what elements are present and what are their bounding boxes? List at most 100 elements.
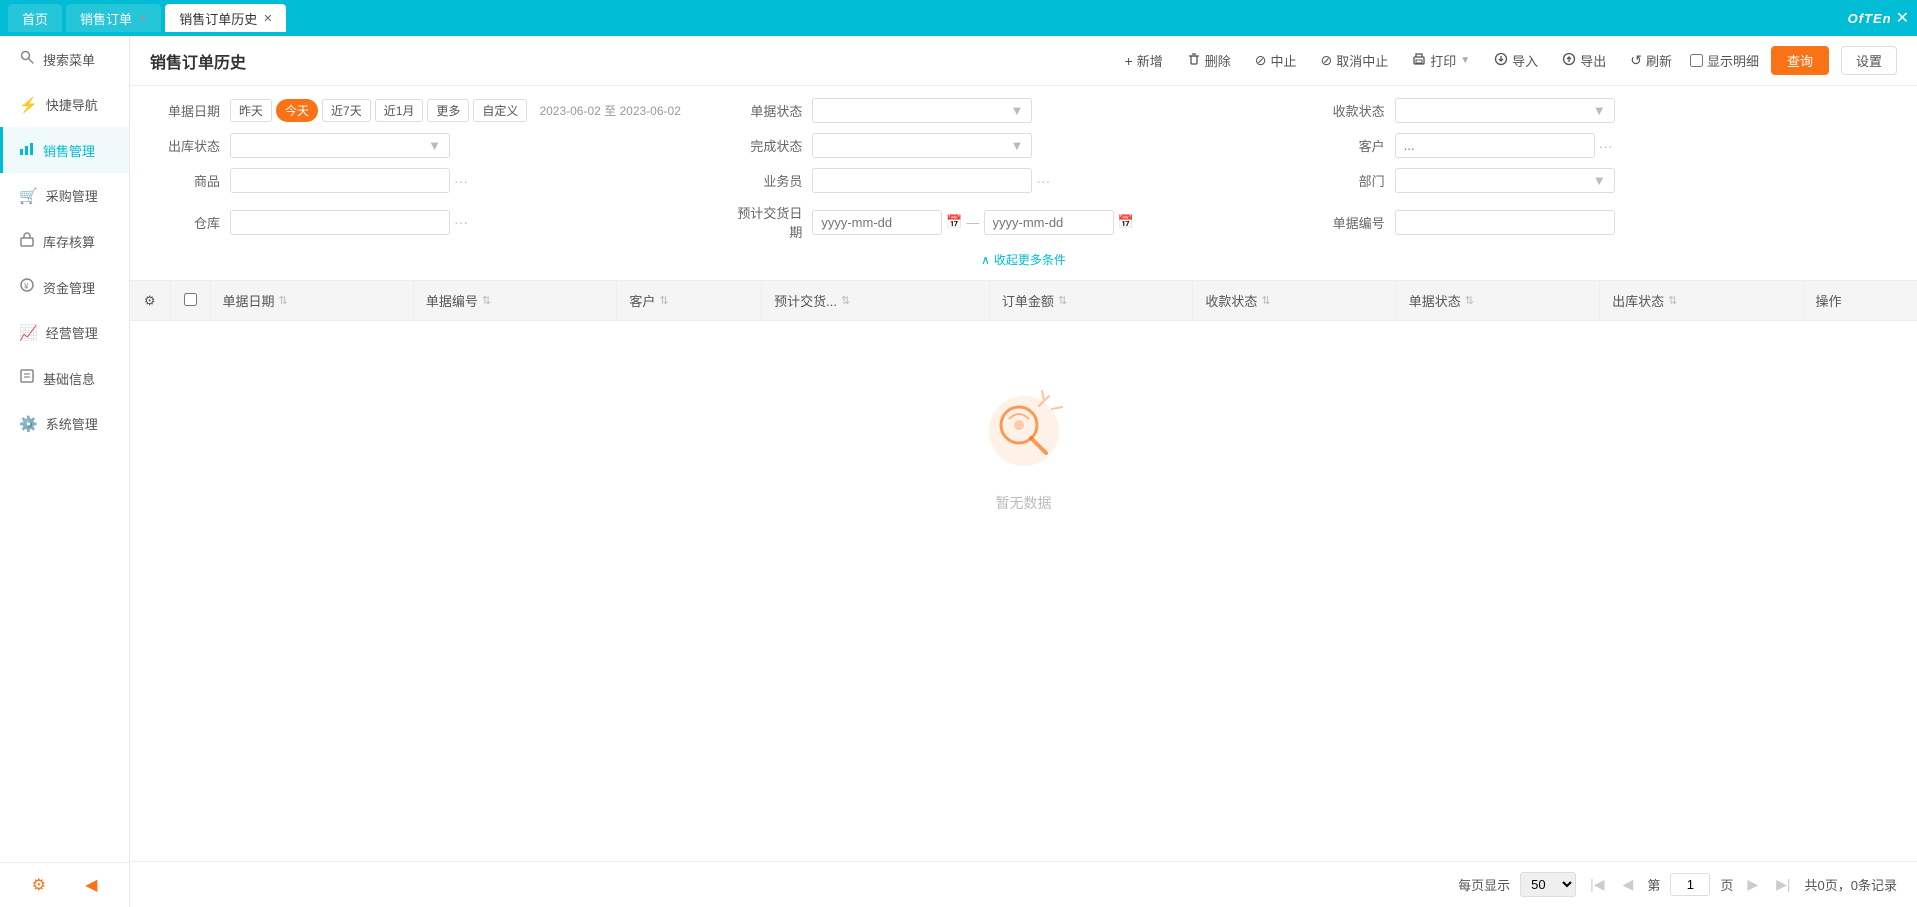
import-btn[interactable]: 导入 bbox=[1488, 47, 1544, 74]
refresh-btn[interactable]: ↺ 刷新 bbox=[1624, 47, 1678, 74]
page-title: 销售订单历史 bbox=[150, 49, 246, 73]
select-all-checkbox[interactable] bbox=[184, 293, 197, 306]
date-filter-control: 昨天 今天 近7天 近1月 更多 自定义 2023-06-02 至 2023-0… bbox=[230, 99, 732, 122]
gear-icon[interactable]: ⚙ bbox=[144, 293, 156, 308]
th-delivery[interactable]: 预计交货...⇅ bbox=[762, 281, 990, 321]
operations-icon: 📈 bbox=[19, 324, 38, 342]
customer-input[interactable] bbox=[1395, 133, 1595, 158]
table-header: ⚙ 单据日期⇅ 单据编号⇅ 客户⇅ bbox=[130, 281, 1917, 321]
sidebar-item-sys-mgmt[interactable]: ⚙️ 系统管理 bbox=[0, 401, 129, 446]
setting-btn[interactable]: 设置 bbox=[1841, 46, 1897, 75]
salesperson-input[interactable] bbox=[812, 168, 1032, 193]
filter-row-1: 单据日期 昨天 今天 近7天 近1月 更多 自定义 2023-06-02 至 2… bbox=[150, 98, 1897, 123]
complete-status-label: 完成状态 bbox=[732, 136, 812, 155]
sort-amount-icon: ⇅ bbox=[1058, 294, 1067, 307]
product-input[interactable] bbox=[230, 168, 450, 193]
display-detail-checkbox[interactable] bbox=[1690, 54, 1703, 67]
delivery-date-start[interactable] bbox=[812, 210, 942, 235]
sidebar-collapse-btn[interactable]: ◀ bbox=[85, 875, 97, 895]
th-date[interactable]: 单据日期⇅ bbox=[210, 281, 413, 321]
sidebar-item-sales-mgmt[interactable]: 销售管理 bbox=[0, 127, 129, 173]
collapse-btn[interactable]: ∧ 收起更多条件 bbox=[150, 251, 1897, 268]
th-checkbox bbox=[170, 281, 210, 321]
current-page-input[interactable] bbox=[1670, 873, 1710, 896]
sidebar-label-basic-info: 基础信息 bbox=[43, 369, 95, 388]
complete-status-select[interactable]: ▼ bbox=[812, 133, 1032, 158]
delivery-date-label: 预计交货日期 bbox=[732, 203, 812, 241]
sidebar-item-quick-nav[interactable]: ⚡ 快捷导航 bbox=[0, 82, 129, 127]
warehouse-more-btn[interactable]: ··· bbox=[454, 214, 468, 230]
filter-row-2: 出库状态 ▼ 完成状态 ▼ 客户 ··· bbox=[150, 133, 1897, 158]
th-amount[interactable]: 订单金额⇅ bbox=[989, 281, 1192, 321]
delete-btn[interactable]: 删除 bbox=[1181, 47, 1237, 74]
content-area: 销售订单历史 + 新增 删除 ⊘ 中止 ⊘ 取消中 bbox=[130, 36, 1917, 907]
cancel-stop-btn[interactable]: ⊘ 取消中止 bbox=[1315, 47, 1395, 74]
date-last7[interactable]: 近7天 bbox=[322, 99, 371, 122]
cancel-stop-icon: ⊘ bbox=[1321, 52, 1333, 69]
date-today[interactable]: 今天 bbox=[276, 99, 318, 122]
prev-page-btn[interactable]: ◀ bbox=[1619, 874, 1638, 895]
total-text: 共0页，0条记录 bbox=[1805, 875, 1897, 894]
sort-customer-icon: ⇅ bbox=[659, 294, 668, 307]
customer-more-btn[interactable]: ··· bbox=[1599, 138, 1613, 154]
bill-number-input[interactable] bbox=[1395, 210, 1615, 235]
print-btn[interactable]: 打印 ▼ bbox=[1406, 47, 1476, 74]
department-select[interactable]: ▼ bbox=[1395, 168, 1615, 193]
date-last1m[interactable]: 近1月 bbox=[375, 99, 424, 122]
export-icon bbox=[1562, 52, 1576, 69]
window-close-btn[interactable]: ✕ bbox=[1896, 8, 1909, 28]
th-bill-status[interactable]: 单据状态⇅ bbox=[1396, 281, 1599, 321]
th-number[interactable]: 单据编号⇅ bbox=[413, 281, 616, 321]
filter-row-4: 仓库 ··· 预计交货日期 📅 — 📅 单据编号 bbox=[150, 203, 1897, 241]
print-dropdown-icon[interactable]: ▼ bbox=[1460, 55, 1470, 66]
th-action: 操作 bbox=[1803, 281, 1917, 321]
tab-sales-order-history[interactable]: 销售订单历史 ✕ bbox=[165, 4, 286, 32]
bill-number-label: 单据编号 bbox=[1315, 213, 1395, 232]
th-out-status[interactable]: 出库状态⇅ bbox=[1600, 281, 1803, 321]
first-page-btn[interactable]: |◀ bbox=[1586, 874, 1608, 895]
department-label: 部门 bbox=[1315, 171, 1395, 190]
th-customer[interactable]: 客户⇅ bbox=[617, 281, 762, 321]
sidebar-item-operations[interactable]: 📈 经营管理 bbox=[0, 310, 129, 355]
sidebar-settings-btn[interactable]: ⚙ bbox=[32, 875, 46, 895]
th-gear[interactable]: ⚙ bbox=[130, 281, 170, 321]
date-custom[interactable]: 自定义 bbox=[473, 99, 527, 122]
bill-status-select[interactable]: ▼ bbox=[812, 98, 1032, 123]
stop-btn[interactable]: ⊘ 中止 bbox=[1249, 47, 1303, 74]
product-more-btn[interactable]: ··· bbox=[454, 173, 468, 189]
sidebar-item-inventory[interactable]: 库存核算 bbox=[0, 218, 129, 264]
sidebar-item-finance[interactable]: ¥ 资金管理 bbox=[0, 264, 129, 310]
sidebar-item-search-menu[interactable]: 搜索菜单 bbox=[0, 36, 129, 82]
customer-label: 客户 bbox=[1315, 136, 1395, 155]
refresh-icon: ↺ bbox=[1630, 52, 1642, 69]
query-btn[interactable]: 查询 bbox=[1771, 46, 1829, 75]
page-size-select[interactable]: 50 20 100 bbox=[1520, 872, 1576, 897]
calendar-end-icon[interactable]: 📅 bbox=[1118, 214, 1134, 230]
sort-date-icon: ⇅ bbox=[279, 294, 288, 307]
calendar-start-icon[interactable]: 📅 bbox=[946, 214, 962, 230]
salesperson-more-btn[interactable]: ··· bbox=[1036, 173, 1050, 189]
close-tab-sales-order-history[interactable]: ✕ bbox=[263, 12, 272, 25]
next-page-btn[interactable]: ▶ bbox=[1743, 874, 1762, 895]
receipt-status-select[interactable]: ▼ bbox=[1395, 98, 1615, 123]
filter-area: 单据日期 昨天 今天 近7天 近1月 更多 自定义 2023-06-02 至 2… bbox=[130, 86, 1917, 281]
collapse-up-icon: ∧ bbox=[981, 253, 990, 267]
sidebar-item-purchase-mgmt[interactable]: 🛒 采购管理 bbox=[0, 173, 129, 218]
last-page-btn[interactable]: ▶| bbox=[1772, 874, 1794, 895]
date-yesterday[interactable]: 昨天 bbox=[230, 99, 272, 122]
empty-text: 暂无数据 bbox=[996, 493, 1052, 513]
tab-sales-order[interactable]: 销售订单 ✕ bbox=[66, 4, 161, 32]
date-more[interactable]: 更多 bbox=[427, 99, 469, 122]
new-btn[interactable]: + 新增 bbox=[1119, 47, 1169, 74]
new-icon: + bbox=[1125, 53, 1133, 69]
export-btn[interactable]: 导出 bbox=[1556, 47, 1612, 74]
sidebar-item-basic-info[interactable]: 基础信息 bbox=[0, 355, 129, 401]
th-receipt-status[interactable]: 收款状态⇅ bbox=[1193, 281, 1396, 321]
warehouse-input[interactable] bbox=[230, 210, 450, 235]
page-header: 销售订单历史 + 新增 删除 ⊘ 中止 ⊘ 取消中 bbox=[130, 36, 1917, 86]
out-status-select[interactable]: ▼ bbox=[230, 133, 450, 158]
close-tab-sales-order[interactable]: ✕ bbox=[138, 12, 147, 25]
delivery-date-end[interactable] bbox=[984, 210, 1114, 235]
tab-home[interactable]: 首页 bbox=[8, 4, 62, 32]
receipt-status-dropdown-icon: ▼ bbox=[1593, 103, 1606, 118]
